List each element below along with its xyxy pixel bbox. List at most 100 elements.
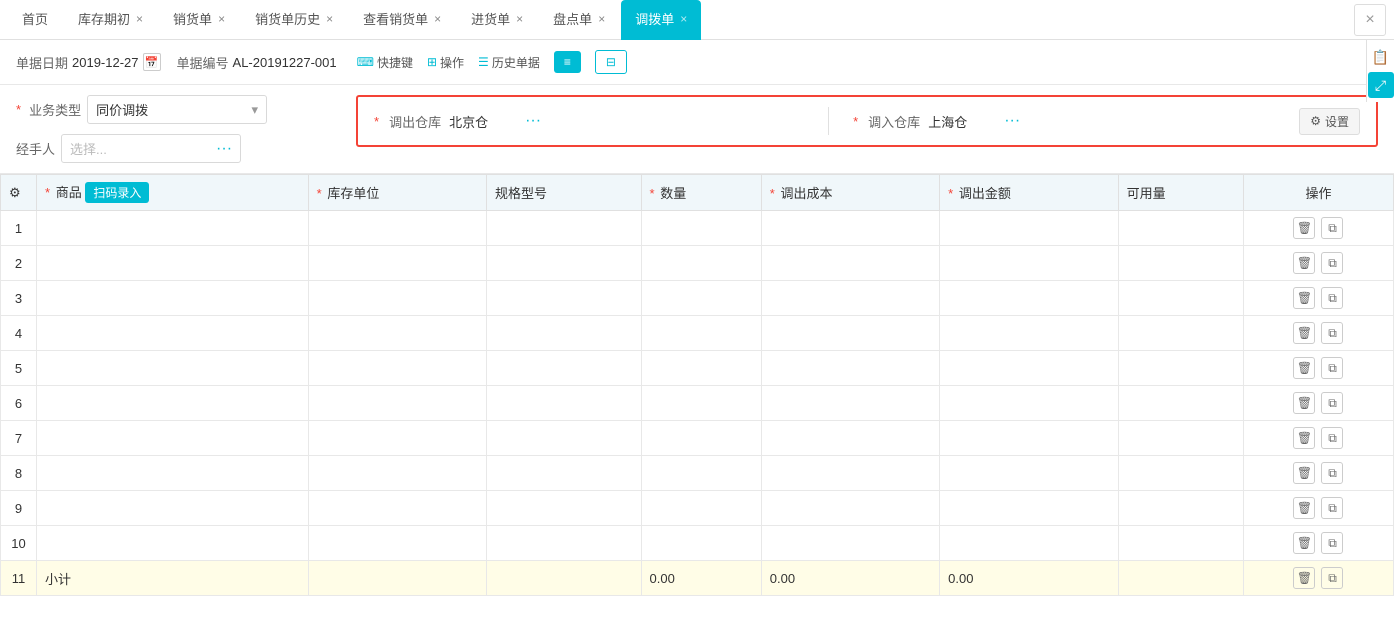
row-product-1[interactable]	[37, 211, 309, 246]
row-spec-10[interactable]	[487, 526, 641, 561]
row-product-4[interactable]	[37, 316, 309, 351]
row-available-11[interactable]	[1118, 561, 1243, 596]
tab-close-sales-history[interactable]: ×	[326, 13, 333, 25]
row-available-7[interactable]	[1118, 421, 1243, 456]
row-available-3[interactable]	[1118, 281, 1243, 316]
row-amount-6[interactable]	[940, 386, 1118, 421]
operator-select[interactable]: 选择... ···	[61, 134, 241, 163]
delete-row-6[interactable]: 🗑	[1293, 392, 1315, 414]
row-amount-3[interactable]	[940, 281, 1118, 316]
warehouse-in-more-icon[interactable]: ···	[1004, 112, 1020, 130]
row-product-7[interactable]	[37, 421, 309, 456]
delete-row-4[interactable]: 🗑	[1293, 322, 1315, 344]
operator-more-icon[interactable]: ···	[216, 140, 232, 158]
row-cost-1[interactable]	[761, 211, 939, 246]
row-qty-4[interactable]	[641, 316, 761, 351]
row-unit-7[interactable]	[308, 421, 486, 456]
delete-row-1[interactable]: 🗑	[1293, 217, 1315, 239]
row-cost-7[interactable]	[761, 421, 939, 456]
row-product-9[interactable]	[37, 491, 309, 526]
row-spec-3[interactable]	[487, 281, 641, 316]
sidebar-expand-icon[interactable]: ⤢	[1368, 72, 1394, 98]
delete-row-5[interactable]: 🗑	[1293, 357, 1315, 379]
row-product-11[interactable]: 小计	[37, 561, 309, 596]
copy-row-8[interactable]: ⧉	[1321, 462, 1343, 484]
row-spec-9[interactable]	[487, 491, 641, 526]
tab-home[interactable]: 首页	[8, 0, 62, 40]
row-spec-5[interactable]	[487, 351, 641, 386]
row-qty-3[interactable]	[641, 281, 761, 316]
row-product-6[interactable]	[37, 386, 309, 421]
row-spec-1[interactable]	[487, 211, 641, 246]
row-spec-7[interactable]	[487, 421, 641, 456]
row-cost-2[interactable]	[761, 246, 939, 281]
row-qty-11[interactable]: 0.00	[641, 561, 761, 596]
warehouse-out-value[interactable]: 北京仓	[449, 112, 509, 131]
date-value[interactable]: 2019-12-27	[72, 55, 139, 70]
row-spec-11[interactable]	[487, 561, 641, 596]
tab-close-purchase[interactable]: ×	[516, 13, 523, 25]
tab-view-sales[interactable]: 查看销货单 ×	[349, 0, 455, 40]
warehouse-out-more-icon[interactable]: ···	[525, 112, 541, 130]
tab-stocktake[interactable]: 盘点单 ×	[539, 0, 619, 40]
tab-close-transfer[interactable]: ×	[680, 13, 687, 25]
row-unit-6[interactable]	[308, 386, 486, 421]
copy-row-3[interactable]: ⧉	[1321, 287, 1343, 309]
operations-button[interactable]: ⊞ 操作	[427, 54, 464, 71]
delete-row-2[interactable]: 🗑	[1293, 252, 1315, 274]
row-qty-1[interactable]	[641, 211, 761, 246]
tab-close-stocktake[interactable]: ×	[598, 13, 605, 25]
row-unit-8[interactable]	[308, 456, 486, 491]
row-amount-8[interactable]	[940, 456, 1118, 491]
tab-sales[interactable]: 销货单 ×	[159, 0, 239, 40]
delete-row-7[interactable]: 🗑	[1293, 427, 1315, 449]
row-available-10[interactable]	[1118, 526, 1243, 561]
business-type-select[interactable]: 同价调拨 ▾	[87, 95, 267, 124]
row-amount-7[interactable]	[940, 421, 1118, 456]
row-available-4[interactable]	[1118, 316, 1243, 351]
tab-close-view-sales[interactable]: ×	[434, 13, 441, 25]
row-amount-9[interactable]	[940, 491, 1118, 526]
row-product-10[interactable]	[37, 526, 309, 561]
layout-btn-1[interactable]: ≡	[554, 51, 581, 73]
row-unit-2[interactable]	[308, 246, 486, 281]
delete-row-11[interactable]: 🗑	[1293, 567, 1315, 589]
row-available-2[interactable]	[1118, 246, 1243, 281]
col-gear[interactable]: ⚙	[1, 175, 37, 211]
scan-button[interactable]: 扫码录入	[85, 182, 149, 203]
row-cost-6[interactable]	[761, 386, 939, 421]
copy-row-2[interactable]: ⧉	[1321, 252, 1343, 274]
copy-row-6[interactable]: ⧉	[1321, 392, 1343, 414]
row-qty-10[interactable]	[641, 526, 761, 561]
copy-row-10[interactable]: ⧉	[1321, 532, 1343, 554]
row-amount-10[interactable]	[940, 526, 1118, 561]
row-spec-4[interactable]	[487, 316, 641, 351]
copy-row-1[interactable]: ⧉	[1321, 217, 1343, 239]
row-unit-4[interactable]	[308, 316, 486, 351]
row-unit-1[interactable]	[308, 211, 486, 246]
gear-table-icon[interactable]: ⚙	[9, 185, 21, 200]
row-available-9[interactable]	[1118, 491, 1243, 526]
row-amount-11[interactable]: 0.00	[940, 561, 1118, 596]
warehouse-in-value[interactable]: 上海仓	[928, 112, 988, 131]
row-cost-11[interactable]: 0.00	[761, 561, 939, 596]
row-product-3[interactable]	[37, 281, 309, 316]
row-cost-9[interactable]	[761, 491, 939, 526]
row-cost-10[interactable]	[761, 526, 939, 561]
row-unit-10[interactable]	[308, 526, 486, 561]
tab-transfer[interactable]: 调拨单 ×	[621, 0, 701, 40]
row-unit-9[interactable]	[308, 491, 486, 526]
row-qty-7[interactable]	[641, 421, 761, 456]
copy-row-5[interactable]: ⧉	[1321, 357, 1343, 379]
tab-close-sales[interactable]: ×	[218, 13, 225, 25]
row-amount-2[interactable]	[940, 246, 1118, 281]
copy-row-9[interactable]: ⧉	[1321, 497, 1343, 519]
row-spec-6[interactable]	[487, 386, 641, 421]
layout-btn-2[interactable]: ⊟	[595, 50, 627, 74]
calendar-icon[interactable]: 📅	[143, 53, 161, 71]
row-cost-3[interactable]	[761, 281, 939, 316]
tab-close-inventory-init[interactable]: ×	[136, 13, 143, 25]
tab-inventory-init[interactable]: 库存期初 ×	[64, 0, 157, 40]
copy-row-7[interactable]: ⧉	[1321, 427, 1343, 449]
row-qty-5[interactable]	[641, 351, 761, 386]
